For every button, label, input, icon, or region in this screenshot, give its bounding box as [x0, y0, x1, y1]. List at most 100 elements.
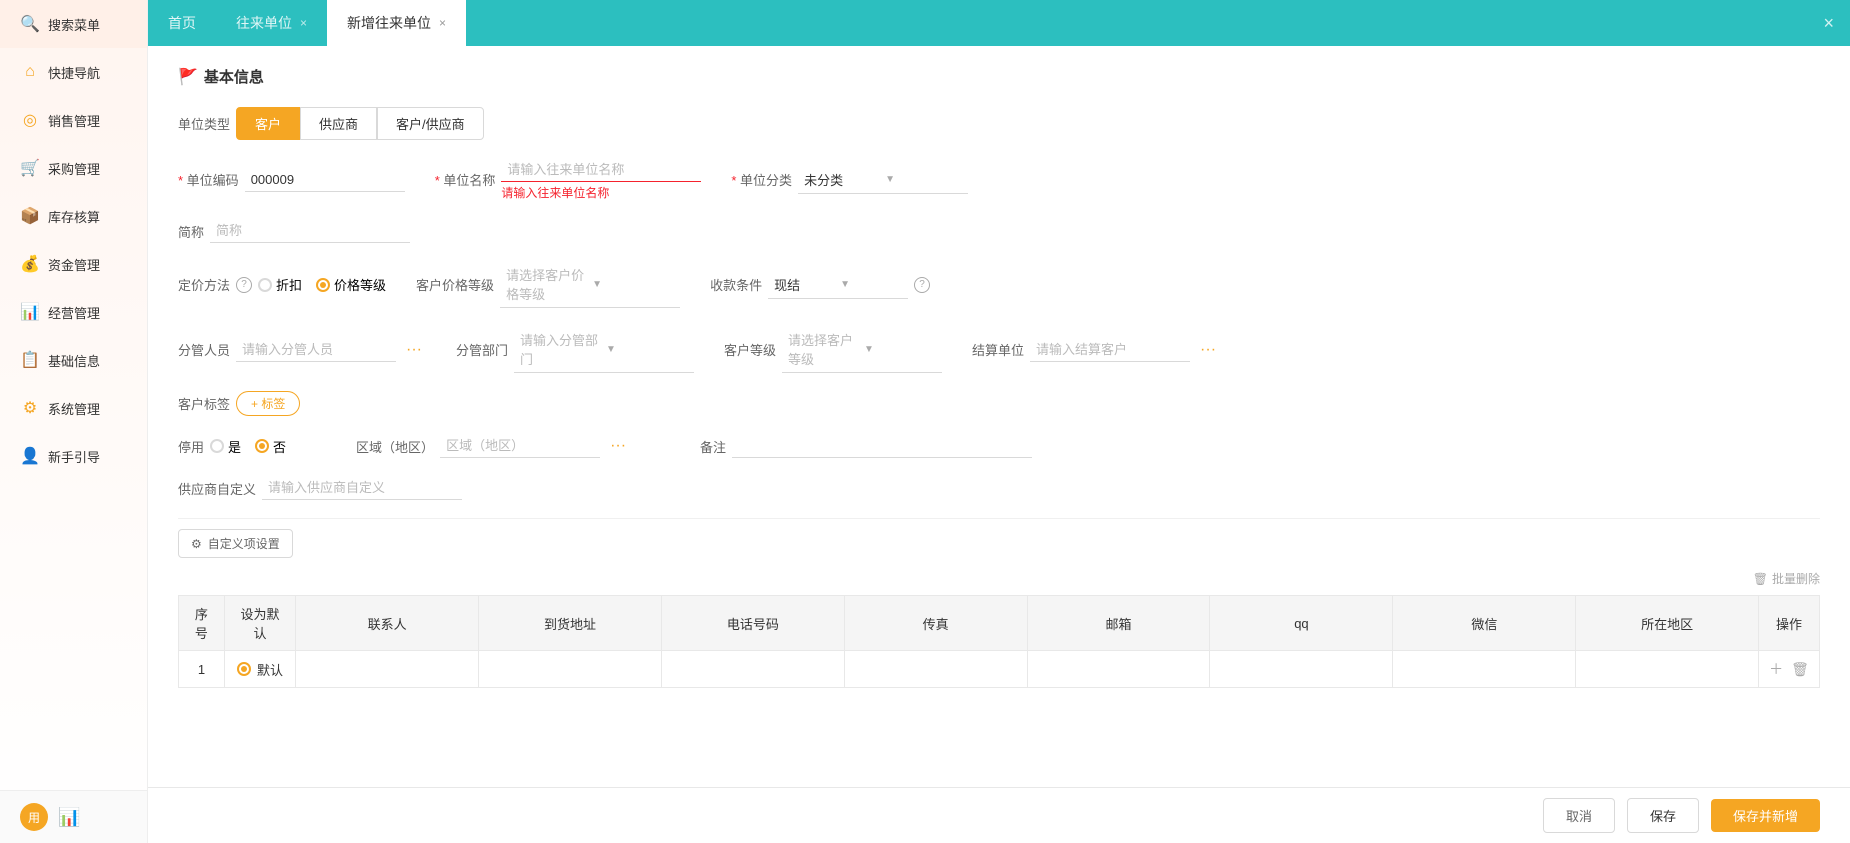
form-content: 🚩 基本信息 单位类型 客户 供应商 客户/供应商 单位编码 单位名称	[148, 46, 1850, 787]
settlement-unit-input[interactable]	[1030, 338, 1190, 362]
batch-delete-button[interactable]: 🗑 批量删除	[1753, 570, 1820, 587]
manager-field: 分管人员 ···	[178, 338, 426, 362]
manager-label: 分管人员	[178, 340, 230, 359]
qq-input[interactable]	[1220, 662, 1382, 677]
dept-select[interactable]: 请输入分管部门 ▼	[514, 326, 694, 373]
customer-tag-label: 客户标签	[178, 394, 230, 413]
save-button[interactable]: 保存	[1627, 798, 1699, 833]
region-label: 区域（地区）	[356, 437, 434, 456]
sidebar-item-sales[interactable]: ◎ 销售管理	[0, 96, 147, 144]
tab-new-partner[interactable]: 新增往来单位 ×	[327, 0, 466, 46]
tab-partner-close[interactable]: ×	[300, 16, 307, 30]
finance-icon: 💰	[20, 254, 40, 274]
radio-yes[interactable]: 是	[210, 437, 241, 456]
unit-category-arrow: ▼	[885, 174, 962, 185]
manager-row: 分管人员 ··· 分管部门 请输入分管部门 ▼ 客户等级 请选择客户等级 ▼ 结…	[178, 326, 1820, 373]
sidebar-item-new-guide-label: 新手引导	[48, 447, 100, 466]
add-tag-button[interactable]: + 标签	[236, 391, 300, 416]
cell-address[interactable]	[479, 651, 662, 688]
unit-category-select[interactable]: 未分类 ▼	[798, 166, 968, 194]
row-region-input[interactable]	[1586, 662, 1748, 677]
customer-price-level-select[interactable]: 请选择客户价格等级 ▼	[500, 261, 680, 308]
sidebar-item-search[interactable]: 🔍 搜索菜单	[0, 0, 147, 48]
phone-input[interactable]	[672, 662, 834, 677]
custom-settings-button[interactable]: ⚙ 自定义项设置	[178, 529, 293, 558]
unit-code-field: 单位编码	[178, 168, 405, 192]
payment-help-icon[interactable]: ?	[914, 277, 930, 293]
fax-input[interactable]	[855, 662, 1017, 677]
table-header-row: 序号 设为默认 联系人 到货地址 电话号码 传真 邮箱 qq 微信 所在地区 操…	[179, 596, 1820, 651]
cell-contact[interactable]	[296, 651, 479, 688]
unit-type-supplier-btn[interactable]: 供应商	[300, 107, 377, 140]
wechat-input[interactable]	[1403, 662, 1565, 677]
sidebar-item-quick-nav[interactable]: ⌂ 快捷导航	[0, 48, 147, 96]
tab-home[interactable]: 首页	[148, 0, 216, 46]
cell-email[interactable]	[1027, 651, 1210, 688]
cell-wechat[interactable]	[1393, 651, 1576, 688]
custom-settings-label: 自定义项设置	[208, 535, 280, 552]
save-new-button[interactable]: 保存并新增	[1711, 799, 1820, 832]
radio-yes-label: 是	[228, 437, 241, 456]
manager-more-btn[interactable]: ···	[402, 341, 426, 359]
sidebar-item-operations[interactable]: 📊 经营管理	[0, 288, 147, 336]
section-title-text: 基本信息	[204, 66, 264, 87]
sidebar-item-search-label: 搜索菜单	[48, 15, 100, 34]
cell-region[interactable]	[1576, 651, 1759, 688]
basic-info-icon: 📋	[20, 350, 40, 370]
pricing-radio-group: 折扣 价格等级	[258, 275, 386, 294]
gear-icon: ⚙	[20, 398, 40, 418]
remarks-input[interactable]	[732, 434, 1032, 458]
cell-fax[interactable]	[844, 651, 1027, 688]
sidebar-item-quick-nav-label: 快捷导航	[48, 63, 100, 82]
tab-new-partner-close[interactable]: ×	[439, 16, 446, 30]
tab-home-label: 首页	[168, 13, 196, 33]
sidebar-item-purchase-label: 采购管理	[48, 159, 100, 178]
payment-terms-select[interactable]: 现结 ▼	[768, 271, 908, 299]
unit-code-input[interactable]	[245, 168, 405, 192]
radio-discount-circle	[258, 278, 272, 292]
delete-row-icon[interactable]: 🗑	[1791, 661, 1809, 678]
supplier-custom-input[interactable]	[262, 476, 462, 500]
col-region: 所在地区	[1576, 596, 1759, 651]
region-more-btn[interactable]: ···	[606, 437, 630, 455]
unit-name-input[interactable]	[501, 158, 701, 182]
address-input[interactable]	[489, 662, 651, 677]
cancel-button[interactable]: 取消	[1543, 798, 1615, 833]
settings-icon: ⚙	[191, 537, 202, 551]
sidebar-item-new-guide[interactable]: 👤 新手引导	[0, 432, 147, 480]
manager-input[interactable]	[236, 338, 396, 362]
window-close-button[interactable]: ×	[1823, 13, 1834, 34]
customer-level-select[interactable]: 请选择客户等级 ▼	[782, 326, 942, 373]
radio-price-level[interactable]: 价格等级	[316, 275, 386, 294]
sidebar-item-sys-mgmt[interactable]: ⚙ 系统管理	[0, 384, 147, 432]
action-icons: ＋ 🗑	[1769, 659, 1809, 679]
customer-price-level-arrow: ▼	[592, 279, 674, 290]
abbr-input[interactable]	[210, 219, 410, 243]
pricing-row: 定价方法 ? 折扣 价格等级 客户价格等级 请选择客户价格等级	[178, 261, 1820, 308]
region-input[interactable]	[440, 434, 600, 458]
pricing-help-icon[interactable]: ?	[236, 277, 252, 293]
tab-partner[interactable]: 往来单位 ×	[216, 0, 327, 46]
cell-phone[interactable]	[661, 651, 844, 688]
unit-type-both-btn[interactable]: 客户/供应商	[377, 107, 484, 140]
cell-no: 1	[179, 651, 225, 688]
region-field: 区域（地区） ···	[356, 434, 630, 458]
sidebar-item-purchase[interactable]: 🛒 采购管理	[0, 144, 147, 192]
sidebar-item-inventory[interactable]: 📦 库存核算	[0, 192, 147, 240]
sidebar-item-finance[interactable]: 💰 资金管理	[0, 240, 147, 288]
disabled-region-row: 停用 是 否 区域（地区） ··· 备注	[178, 434, 1820, 458]
radio-no[interactable]: 否	[255, 437, 286, 456]
email-input[interactable]	[1038, 662, 1200, 677]
abbr-label: 简称	[178, 222, 204, 241]
row-default-radio[interactable]	[237, 662, 251, 676]
sidebar-item-basic-info[interactable]: 📋 基础信息	[0, 336, 147, 384]
col-address: 到货地址	[479, 596, 662, 651]
add-row-icon[interactable]: ＋	[1769, 659, 1783, 679]
unit-type-customer-btn[interactable]: 客户	[236, 107, 300, 140]
cell-qq[interactable]	[1210, 651, 1393, 688]
settlement-more-btn[interactable]: ···	[1196, 341, 1220, 359]
disabled-radio-group: 是 否	[210, 437, 286, 456]
radio-discount[interactable]: 折扣	[258, 275, 302, 294]
unit-name-field: 单位名称 请输入往来单位名称	[435, 158, 702, 201]
contact-input[interactable]	[306, 662, 468, 677]
